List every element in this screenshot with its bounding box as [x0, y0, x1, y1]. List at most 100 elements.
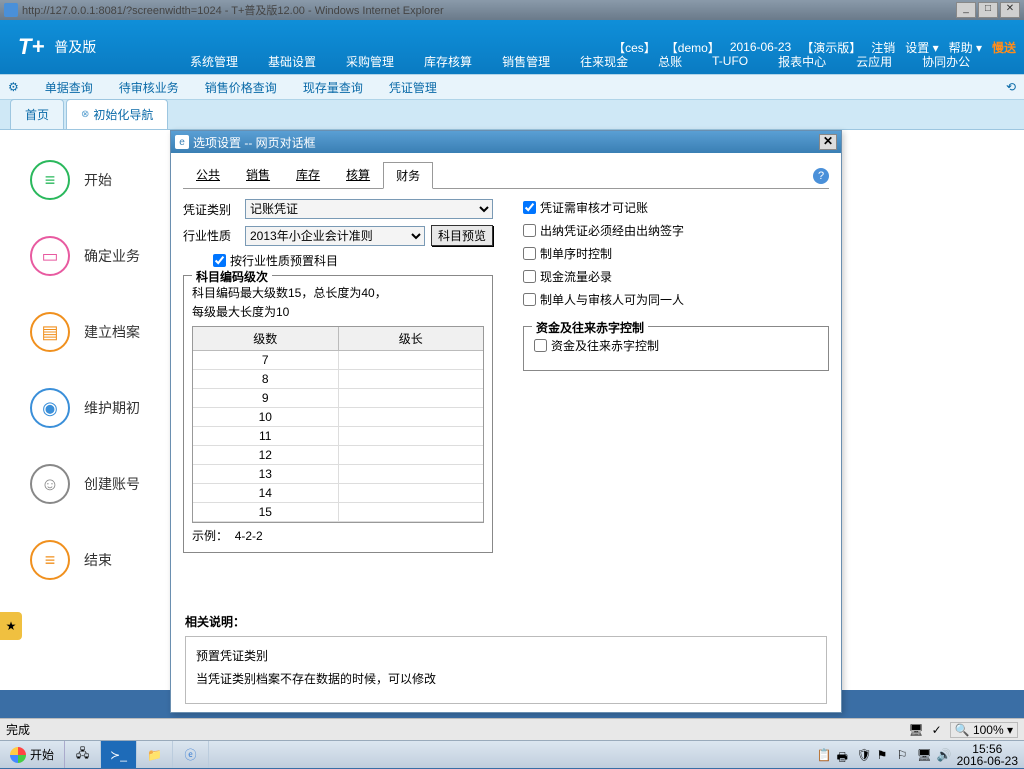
- tray-icon[interactable]: 📋: [817, 748, 831, 762]
- nav-base[interactable]: 基础设置: [268, 51, 316, 72]
- protected-icon: ✓: [932, 723, 942, 737]
- table-row: 9: [193, 389, 483, 408]
- help-icon[interactable]: ?: [813, 168, 829, 184]
- table-row: 14: [193, 484, 483, 503]
- content-area: ≡开始 ▭确定业务 ▤建立档案 ◉维护期初 ☺创建账号 ≡结束 e 选项设置 -…: [0, 130, 1024, 690]
- maximize-button[interactable]: □: [978, 2, 998, 18]
- grid-body[interactable]: 7 8 9 10 11 12 13 14 15: [193, 351, 483, 522]
- dlgtab-sales[interactable]: 销售: [233, 161, 283, 188]
- wiz-start[interactable]: ≡开始: [30, 160, 170, 200]
- chk-order-label: 制单序时控制: [540, 245, 612, 262]
- table-row: 11: [193, 427, 483, 446]
- nav-cash[interactable]: 往来现金: [580, 51, 628, 72]
- sec-voucher[interactable]: 凭证管理: [389, 79, 437, 96]
- sec-query[interactable]: 单据查询: [45, 79, 93, 96]
- tb-ie-icon[interactable]: ⓔ: [173, 741, 209, 768]
- windows-icon: [10, 747, 26, 763]
- dialog-icon: e: [175, 135, 189, 149]
- code-grid: 级数 级长 7 8 9 10 11 12 13 14: [192, 326, 484, 523]
- nav-tufo[interactable]: T-UFO: [712, 52, 748, 70]
- tab-close-icon[interactable]: ⊗: [81, 109, 89, 120]
- tabstrip: 首页 ⊗ 初始化导航: [0, 100, 1024, 130]
- table-row: 10: [193, 408, 483, 427]
- chk-same-label: 制单人与审核人可为同一人: [540, 291, 684, 308]
- tray-icon[interactable]: 🖶: [837, 748, 851, 762]
- chk-audit[interactable]: [523, 201, 536, 214]
- sec-pending[interactable]: 待审核业务: [119, 79, 179, 96]
- tb-explorer-icon[interactable]: 📁: [137, 741, 173, 768]
- options-dialog: e 选项设置 -- 网页对话框 ✕ 公共 销售 库存 核算 财务 ? 凭证类别 …: [170, 130, 842, 713]
- voucher-type-label: 凭证类别: [183, 201, 239, 218]
- status-done: 完成: [6, 721, 30, 738]
- dlgtab-public[interactable]: 公共: [183, 161, 233, 188]
- dialog-titlebar[interactable]: e 选项设置 -- 网页对话框 ✕: [171, 131, 841, 153]
- sidebar-flag-icon[interactable]: ★: [0, 612, 22, 640]
- red-fieldset: 资金及往来赤字控制 资金及往来赤字控制: [523, 326, 829, 371]
- tray-icon[interactable]: ⚑: [877, 748, 891, 762]
- dialog-title: 选项设置 -- 网页对话框: [193, 134, 316, 151]
- tab-wizard[interactable]: ⊗ 初始化导航: [66, 99, 168, 129]
- chk-cash[interactable]: [523, 270, 536, 283]
- nav-cloud[interactable]: 云应用: [856, 51, 892, 72]
- badge: 慢送: [992, 39, 1016, 56]
- wiz-end[interactable]: ≡结束: [30, 540, 170, 580]
- table-row: 13: [193, 465, 483, 484]
- browser-title: http://127.0.0.1:8081/?screenwidth=1024 …: [22, 2, 956, 18]
- start-button[interactable]: 开始: [0, 741, 65, 768]
- chk-industry-preset[interactable]: [213, 254, 226, 267]
- zoom-level[interactable]: 🔍 100% ▾: [950, 722, 1018, 738]
- wiz-build[interactable]: ▤建立档案: [30, 312, 170, 352]
- chk-same[interactable]: [523, 293, 536, 306]
- taskbar-clock[interactable]: 15:56 2016-06-23: [957, 743, 1018, 767]
- nav-report[interactable]: 报表中心: [778, 51, 826, 72]
- tray-sound-icon[interactable]: 🔊: [937, 748, 951, 762]
- industry-select[interactable]: 2013年小企业会计准则: [245, 226, 425, 246]
- chk-cashier[interactable]: [523, 224, 536, 237]
- reset-icon[interactable]: ⟲: [1006, 80, 1016, 94]
- desc-box: 预置凭证类别 当凭证类别档案不存在数据的时候，可以修改: [185, 636, 827, 704]
- close-button[interactable]: ✕: [1000, 2, 1020, 18]
- tray-flag-icon[interactable]: ⚐: [897, 748, 911, 762]
- app-edition: 普及版: [54, 37, 96, 57]
- tb-powershell-icon[interactable]: ≻_: [101, 741, 137, 768]
- wiz-maintain[interactable]: ◉维护期初: [30, 388, 170, 428]
- dlgtab-inventory[interactable]: 库存: [283, 161, 333, 188]
- nav-purchase[interactable]: 采购管理: [346, 51, 394, 72]
- wiz-define[interactable]: ▭确定业务: [30, 236, 170, 276]
- industry-label: 行业性质: [183, 227, 239, 244]
- sec-price[interactable]: 销售价格查询: [205, 79, 277, 96]
- main-nav: 系统管理 基础设置 采购管理 库存核算 销售管理 往来现金 总账 T-UFO 报…: [0, 48, 1024, 74]
- tray-icon[interactable]: 🛡: [857, 748, 871, 762]
- minimize-button[interactable]: _: [956, 2, 976, 18]
- dlgtab-finance[interactable]: 财务: [383, 162, 433, 189]
- table-row: 12: [193, 446, 483, 465]
- wiz-account[interactable]: ☺创建账号: [30, 464, 170, 504]
- tb-server-icon[interactable]: 🖧: [65, 741, 101, 768]
- chk-audit-label: 凭证需审核才可记账: [540, 199, 648, 216]
- dialog-close-button[interactable]: ✕: [819, 134, 837, 150]
- desc-title: 相关说明：: [185, 613, 827, 630]
- nav-collab[interactable]: 协同办公: [922, 51, 970, 72]
- col-len: 级长: [339, 327, 484, 350]
- preview-button[interactable]: 科目预览: [431, 225, 493, 246]
- table-row: 7: [193, 351, 483, 370]
- statusbar: 完成 🖥 ✓ 🔍 100% ▾: [0, 718, 1024, 740]
- col-level: 级数: [193, 327, 339, 350]
- nav-stock[interactable]: 库存核算: [424, 51, 472, 72]
- secondary-bar: ⚙ 单据查询 待审核业务 销售价格查询 现存量查询 凭证管理 ⟲: [0, 74, 1024, 100]
- sec-stock[interactable]: 现存量查询: [303, 79, 363, 96]
- chk-red[interactable]: [534, 339, 547, 352]
- dlgtab-accounting[interactable]: 核算: [333, 161, 383, 188]
- code-legend: 科目编码级次: [192, 268, 272, 285]
- voucher-type-select[interactable]: 记账凭证: [245, 199, 493, 219]
- gear-icon[interactable]: ⚙: [8, 80, 19, 94]
- nav-sales[interactable]: 销售管理: [502, 51, 550, 72]
- code-fieldset: 科目编码级次 科目编码最大级数15，总长度为40， 每级最大长度为10 级数 级…: [183, 275, 493, 553]
- chk-order[interactable]: [523, 247, 536, 260]
- code-desc1: 科目编码最大级数15，总长度为40，: [192, 284, 484, 301]
- tray-net-icon[interactable]: 🖥: [917, 748, 931, 762]
- nav-system[interactable]: 系统管理: [190, 51, 238, 72]
- security-icon: 🖥: [908, 723, 923, 737]
- nav-ledger[interactable]: 总账: [658, 51, 682, 72]
- tab-home[interactable]: 首页: [10, 99, 64, 129]
